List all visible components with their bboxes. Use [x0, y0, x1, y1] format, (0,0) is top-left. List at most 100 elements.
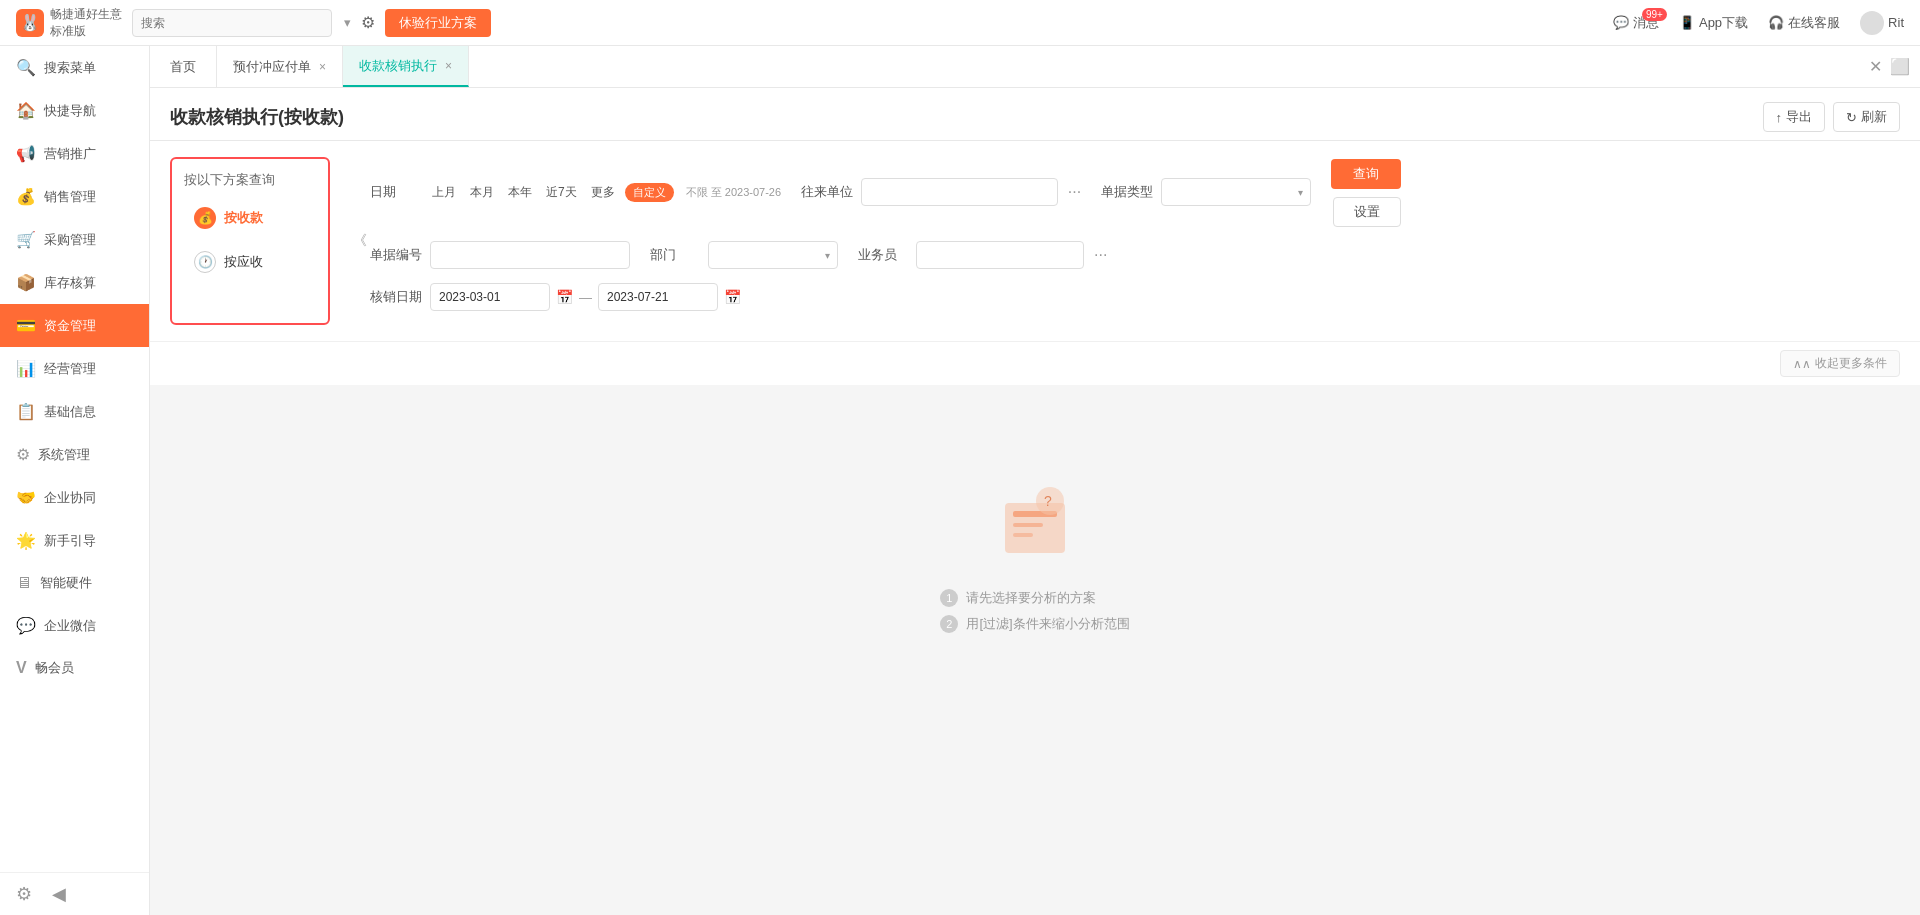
sidebar-item-operation[interactable]: 📊 经营管理: [0, 347, 149, 390]
collapse-filter-btn[interactable]: 《: [350, 211, 370, 271]
basic-info-icon: 📋: [16, 402, 36, 421]
message-item[interactable]: 💬 消息 99+: [1613, 14, 1659, 32]
sales-icon: 💰: [16, 187, 36, 206]
purchase-icon: 🛒: [16, 230, 36, 249]
search-input[interactable]: [132, 9, 332, 37]
page-title: 收款核销执行(按收款): [170, 105, 344, 129]
bill-type-label: 单据类型: [1101, 183, 1153, 201]
app-sub: 标准版: [50, 23, 122, 40]
sidebar-label-inventory: 库存核算: [44, 274, 96, 292]
settings-icon[interactable]: ⚙: [361, 13, 375, 32]
app-download-item[interactable]: 📱 App下载: [1679, 14, 1748, 32]
reconcile-end-input[interactable]: [598, 283, 718, 311]
dept-label: 部门: [650, 246, 700, 264]
partner-field: 往来单位 ···: [801, 178, 1081, 206]
partner-label: 往来单位: [801, 183, 853, 201]
query-btn[interactable]: 查询: [1331, 159, 1401, 189]
sidebar-label-marketing: 营销推广: [44, 145, 96, 163]
content-area: 首页 预付冲应付单 × 收款核销执行 × ✕ ⬜ 收款核销执行(按收款): [150, 46, 1920, 915]
more-conditions-bar: ∧∧ 收起更多条件: [150, 341, 1920, 385]
tab-reconcile[interactable]: 收款核销执行 ×: [343, 46, 469, 87]
avatar: [1860, 11, 1884, 35]
sidebar-label-finance: 资金管理: [44, 317, 96, 335]
sidebar-item-enterprise[interactable]: 🤝 企业协同: [0, 476, 149, 519]
tab-bar-actions: ✕ ⬜: [1869, 46, 1920, 87]
tab-home[interactable]: 首页: [150, 46, 217, 87]
filter-row-1: 日期 上月 本月 本年 近7天 更多 自定义 不限 至 2023-07-26: [370, 157, 1900, 227]
bill-no-input[interactable]: [430, 241, 630, 269]
reconcile-start-input[interactable]: [430, 283, 550, 311]
bill-type-select[interactable]: [1161, 178, 1311, 206]
empty-state: ? 1 请先选择要分析的方案 2 用[过滤]条件来缩小分析范围: [150, 393, 1920, 713]
svg-rect-3: [1013, 533, 1033, 537]
filter-scheme-panel: 按以下方案查询 💰 按收款 🕐 按应收: [170, 157, 330, 325]
shortcut-7days[interactable]: 近7天: [542, 183, 581, 202]
staff-more-icon[interactable]: ···: [1094, 246, 1107, 264]
filter-row-2: 单据编号 部门 ▾: [370, 241, 1900, 269]
sidebar-label-operation: 经营管理: [44, 360, 96, 378]
online-service-item[interactable]: 🎧 在线客服: [1768, 14, 1840, 32]
staff-field: 业务员 ···: [858, 241, 1107, 269]
collapse-sidebar-icon[interactable]: ◀: [52, 883, 66, 905]
bottom-settings-icon[interactable]: ⚙: [16, 883, 32, 905]
sidebar-item-system[interactable]: ⚙ 系统管理: [0, 433, 149, 476]
sidebar-item-marketing[interactable]: 📢 营销推广: [0, 132, 149, 175]
industry-btn[interactable]: 休验行业方案: [385, 9, 491, 37]
dept-select[interactable]: [708, 241, 838, 269]
sidebar-item-quick-nav[interactable]: 🏠 快捷导航: [0, 89, 149, 132]
sidebar-item-sales[interactable]: 💰 销售管理: [0, 175, 149, 218]
search-chevron-icon[interactable]: ▾: [344, 15, 351, 30]
export-btn[interactable]: ↑ 导出: [1763, 102, 1826, 132]
shortcut-last-month[interactable]: 上月: [428, 183, 460, 202]
refresh-btn[interactable]: ↻ 刷新: [1833, 102, 1900, 132]
sidebar-item-wechat[interactable]: 💬 企业微信: [0, 604, 149, 647]
shortcut-this-year[interactable]: 本年: [504, 183, 536, 202]
reconcile-date-range: 📅 — 📅: [430, 283, 741, 311]
sidebar-item-guide[interactable]: 🌟 新手引导: [0, 519, 149, 562]
sidebar-item-basic-info[interactable]: 📋 基础信息: [0, 390, 149, 433]
shortcut-this-month[interactable]: 本月: [466, 183, 498, 202]
setting-btn[interactable]: 设置: [1333, 197, 1401, 227]
sidebar-item-search-menu[interactable]: 🔍 搜索菜单: [0, 46, 149, 89]
app-download-icon: 📱: [1679, 15, 1695, 30]
tab-prepay[interactable]: 预付冲应付单 ×: [217, 46, 343, 87]
close-window-icon[interactable]: ✕: [1869, 57, 1882, 76]
filter-option-by-receipt[interactable]: 💰 按收款: [184, 199, 316, 237]
close-tab2-icon[interactable]: ×: [445, 59, 452, 73]
filter-divider: [150, 385, 1920, 393]
app-download-label: App下载: [1699, 14, 1748, 32]
hint-num-2: 2: [940, 615, 958, 633]
staff-input[interactable]: [916, 241, 1084, 269]
user-item[interactable]: Rit: [1860, 11, 1904, 35]
filter-option-by-receivable[interactable]: 🕐 按应收: [184, 243, 316, 281]
shortcut-custom[interactable]: 自定义: [625, 183, 674, 202]
more-conditions-label: 收起更多条件: [1815, 355, 1887, 372]
maximize-icon[interactable]: ⬜: [1890, 57, 1910, 76]
reconcile-end-calendar-icon[interactable]: 📅: [724, 289, 741, 305]
sidebar-bottom: ⚙ ◀: [0, 872, 149, 915]
chevron-up-icon: ∧∧: [1793, 357, 1811, 371]
enterprise-icon: 🤝: [16, 488, 36, 507]
sidebar-item-purchase[interactable]: 🛒 采购管理: [0, 218, 149, 261]
bill-no-field: 单据编号: [370, 241, 630, 269]
partner-more-icon[interactable]: ···: [1068, 183, 1081, 201]
more-conditions-btn[interactable]: ∧∧ 收起更多条件: [1780, 350, 1900, 377]
sidebar-item-member[interactable]: V 畅会员: [0, 647, 149, 689]
sidebar-item-inventory[interactable]: 📦 库存核算: [0, 261, 149, 304]
filter-form: 日期 上月 本月 本年 近7天 更多 自定义 不限 至 2023-07-26: [370, 157, 1900, 325]
sidebar-label-quick-nav: 快捷导航: [44, 102, 96, 120]
refresh-icon: ↻: [1846, 110, 1857, 125]
sidebar-item-hardware[interactable]: 🖥 智能硬件: [0, 562, 149, 604]
sidebar-label-guide: 新手引导: [44, 532, 96, 550]
header-actions: ↑ 导出 ↻ 刷新: [1763, 102, 1901, 132]
top-bar-right: 💬 消息 99+ 📱 App下载 🎧 在线客服 Rit: [1613, 11, 1904, 35]
sidebar-item-finance[interactable]: 💳 资金管理: [0, 304, 149, 347]
close-tab1-icon[interactable]: ×: [319, 60, 326, 74]
reconcile-start-calendar-icon[interactable]: 📅: [556, 289, 573, 305]
sidebar-label-basic-info: 基础信息: [44, 403, 96, 421]
sidebar: 🔍 搜索菜单 🏠 快捷导航 📢 营销推广 💰 销售管理 🛒 采购管理 📦 库存核…: [0, 46, 150, 915]
shortcut-more[interactable]: 更多: [587, 183, 619, 202]
partner-input[interactable]: [861, 178, 1058, 206]
sidebar-label-sales: 销售管理: [44, 188, 96, 206]
page-content: 收款核销执行(按收款) ↑ 导出 ↻ 刷新 按以下方案查询: [150, 88, 1920, 915]
